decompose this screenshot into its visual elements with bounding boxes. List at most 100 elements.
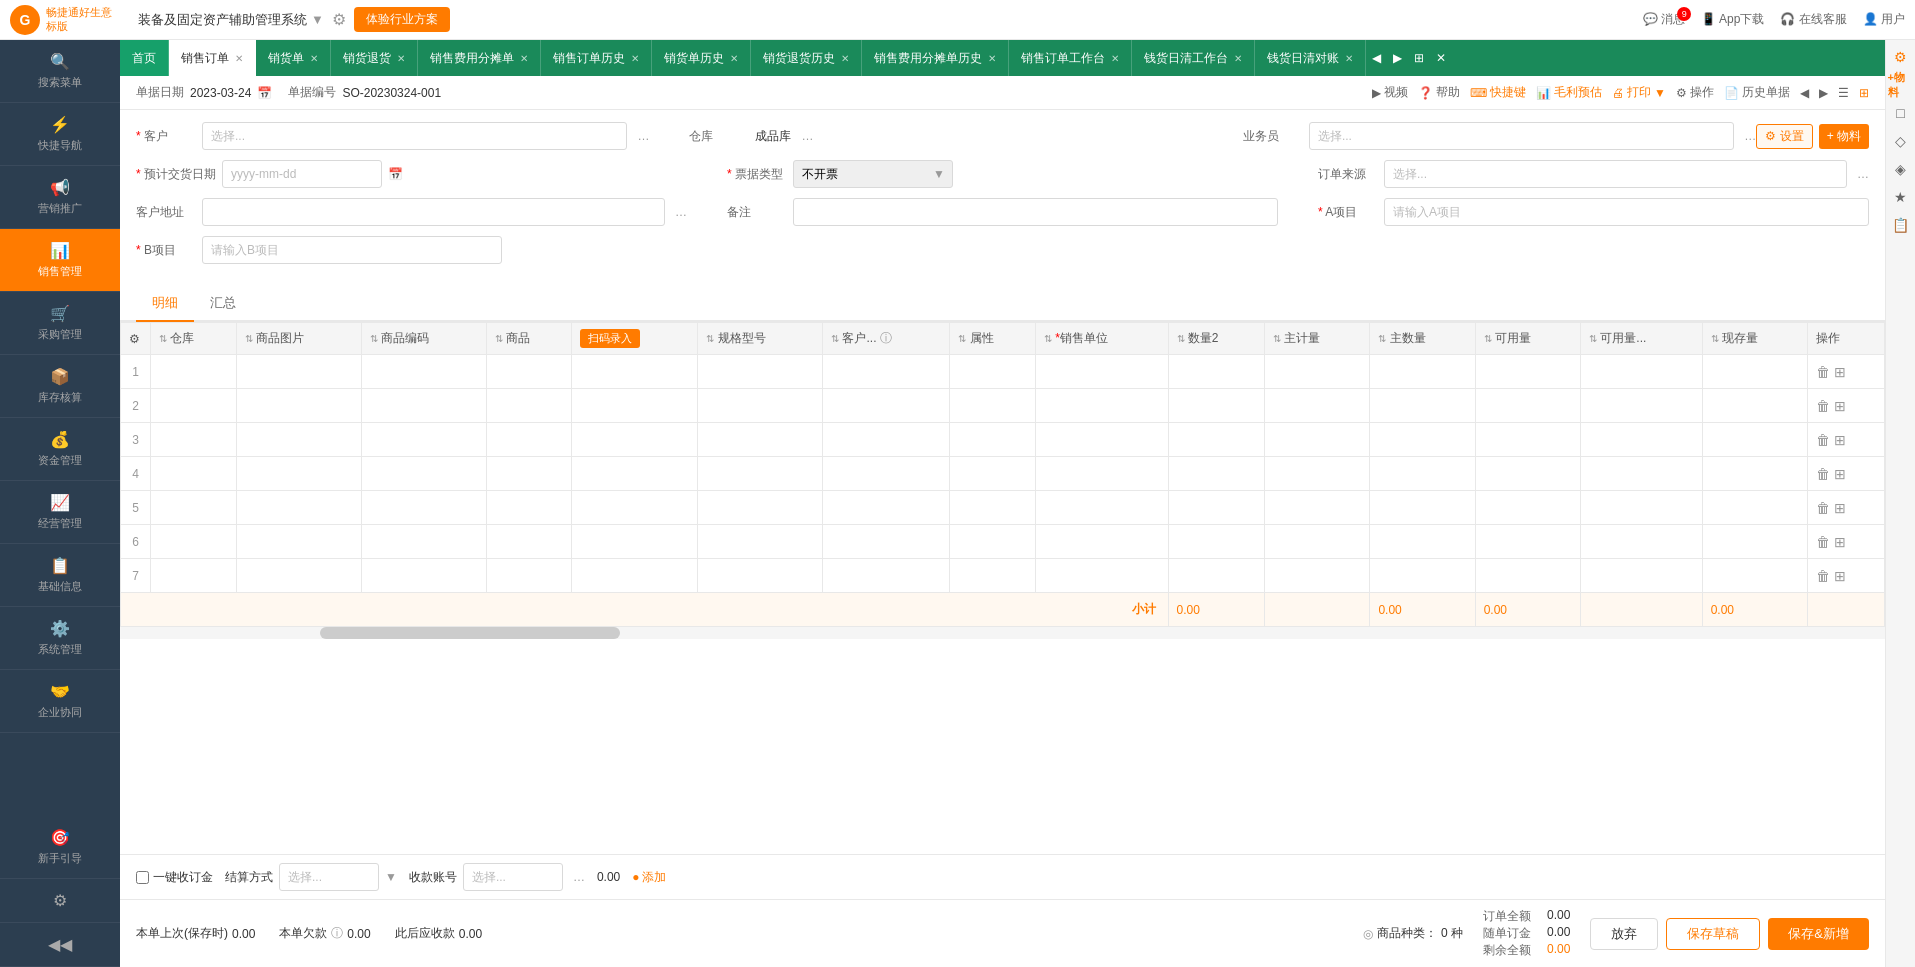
notification-area[interactable]: 💬 9 消息	[1643, 11, 1685, 28]
tab-close-icon[interactable]: ✕	[631, 53, 639, 64]
tab-close-icon[interactable]: ✕	[988, 53, 996, 64]
delivery-date-input[interactable]	[222, 160, 382, 188]
industry-btn[interactable]: 体验行业方案	[354, 7, 450, 32]
sidebar-item-purchase[interactable]: 🛒 采购管理	[0, 292, 120, 355]
sidebar-item-finance[interactable]: 💰 资金管理	[0, 418, 120, 481]
tab-close-icon[interactable]: ✕	[1111, 53, 1119, 64]
row-delete-btn[interactable]: 🗑	[1816, 364, 1830, 380]
sidebar-settings-btn[interactable]: ⚙	[0, 879, 120, 923]
row-delete-btn[interactable]: 🗑	[1816, 568, 1830, 584]
warehouse-more-icon[interactable]: …	[801, 129, 813, 143]
tab-order-history[interactable]: 销售订单历史 ✕	[541, 40, 652, 76]
row-delete-btn[interactable]: 🗑	[1816, 398, 1830, 414]
tab-sales-return[interactable]: 销货单 ✕	[256, 40, 331, 76]
a-project-input[interactable]	[1384, 198, 1869, 226]
delivery-calendar-icon[interactable]: 📅	[388, 167, 403, 181]
view-mode-card[interactable]: ⊞	[1859, 86, 1869, 100]
tab-order-workspace[interactable]: 销售订单工作台 ✕	[1009, 40, 1132, 76]
help-action[interactable]: ❓ 帮助	[1418, 84, 1460, 101]
settings-gear-icon[interactable]: ⚙	[332, 10, 346, 29]
one-click-checkbox[interactable]: 一键收订金	[136, 869, 213, 886]
right-panel-btn5[interactable]: 📋	[1888, 212, 1914, 238]
print-action[interactable]: 🖨 打印 ▼	[1612, 84, 1666, 101]
right-panel-add-btn[interactable]: +物料	[1888, 72, 1914, 98]
right-panel-btn4[interactable]: ★	[1888, 184, 1914, 210]
row-delete-btn[interactable]: 🗑	[1816, 534, 1830, 550]
invoice-type-select[interactable]: 不开票 增值税普通发票 增值税专用发票	[793, 160, 953, 188]
payment-method-dropdown-icon[interactable]: ▼	[385, 870, 397, 884]
customer-input[interactable]	[202, 122, 627, 150]
tab-close-icon[interactable]: ✕	[841, 53, 849, 64]
col-scan[interactable]: 扫码录入	[572, 323, 698, 355]
right-panel-btn2[interactable]: ◇	[1888, 128, 1914, 154]
order-source-more-icon[interactable]: …	[1857, 167, 1869, 181]
payment-account-input[interactable]	[463, 863, 563, 891]
sidebar-item-quick-nav[interactable]: ⚡ 快捷导航	[0, 103, 120, 166]
col-settings[interactable]: ⚙	[121, 323, 151, 355]
tab-cash-workspace[interactable]: 钱货日清工作台 ✕	[1132, 40, 1255, 76]
tab-close-icon[interactable]: ✕	[1234, 53, 1242, 64]
order-source-input[interactable]	[1384, 160, 1847, 188]
app-download[interactable]: 📱 App下载	[1701, 11, 1764, 28]
row-copy-btn[interactable]: ⊞	[1834, 466, 1846, 482]
b-project-input[interactable]	[202, 236, 502, 264]
tab-close-icon[interactable]: ✕	[310, 53, 318, 64]
salesperson-more-icon[interactable]: …	[1744, 129, 1756, 143]
save-draft-btn[interactable]: 保存草稿	[1666, 918, 1760, 950]
calendar-icon[interactable]: 📅	[257, 86, 272, 100]
right-panel-settings-btn[interactable]: ⚙	[1888, 44, 1914, 70]
row-delete-btn[interactable]: 🗑	[1816, 466, 1830, 482]
settings-btn[interactable]: ⚙ 设置	[1756, 124, 1812, 149]
address-more-icon[interactable]: …	[675, 205, 687, 219]
system-title-dropdown[interactable]: ▼	[311, 12, 324, 27]
tab-sales-refund[interactable]: 销货退货 ✕	[331, 40, 418, 76]
tab-detail[interactable]: 明细	[136, 286, 194, 322]
row-copy-btn[interactable]: ⊞	[1834, 534, 1846, 550]
nav-next-btn[interactable]: ▶	[1819, 86, 1828, 100]
view-action[interactable]: ▶ 视频	[1372, 84, 1408, 101]
nav-prev-btn[interactable]: ◀	[1800, 86, 1809, 100]
sidebar-item-inventory[interactable]: 📦 库存核算	[0, 355, 120, 418]
tab-home[interactable]: 首页	[120, 40, 169, 76]
tab-fee-history[interactable]: 销售费用分摊单历史 ✕	[862, 40, 1009, 76]
row-copy-btn[interactable]: ⊞	[1834, 500, 1846, 516]
tab-close-icon[interactable]: ✕	[397, 53, 405, 64]
payment-method-input[interactable]	[279, 863, 379, 891]
add-material-btn[interactable]: + 物料	[1819, 124, 1869, 149]
row-delete-btn[interactable]: 🗑	[1816, 432, 1830, 448]
sidebar-item-marketing[interactable]: 📢 营销推广	[0, 166, 120, 229]
profit-action[interactable]: 📊 毛利预估	[1536, 84, 1602, 101]
tab-refund-history[interactable]: 销货退货历史 ✕	[751, 40, 862, 76]
row-copy-btn[interactable]: ⊞	[1834, 398, 1846, 414]
user-menu[interactable]: 👤 用户	[1863, 11, 1905, 28]
row-delete-btn[interactable]: 🗑	[1816, 500, 1830, 516]
tab-fee-split[interactable]: 销售费用分摊单 ✕	[418, 40, 541, 76]
tab-more-btn[interactable]: ⊞	[1408, 40, 1430, 76]
address-input[interactable]	[202, 198, 665, 226]
row-copy-btn[interactable]: ⊞	[1834, 364, 1846, 380]
save-new-btn[interactable]: 保存&新增	[1768, 918, 1869, 950]
tab-prev-btn[interactable]: ◀	[1366, 40, 1387, 76]
scan-entry-btn[interactable]: 扫码录入	[580, 329, 640, 348]
sidebar-item-guide[interactable]: 🎯 新手引导	[0, 816, 120, 879]
sidebar-item-operations[interactable]: 📈 经营管理	[0, 481, 120, 544]
online-service[interactable]: 🎧 在线客服	[1780, 11, 1846, 28]
sidebar-item-sales[interactable]: 📊 销售管理	[0, 229, 120, 292]
payment-account-more-icon[interactable]: …	[573, 870, 585, 884]
customer-more-icon[interactable]: …	[637, 129, 649, 143]
sidebar-item-search[interactable]: 🔍 搜索菜单	[0, 40, 120, 103]
sidebar-collapse-btn[interactable]: ◀◀	[0, 923, 120, 967]
salesperson-input[interactable]	[1309, 122, 1734, 150]
add-payment-btn[interactable]: ● 添加	[632, 869, 665, 886]
sidebar-item-system[interactable]: ⚙️ 系统管理	[0, 607, 120, 670]
tab-close-icon[interactable]: ✕	[235, 53, 243, 64]
sidebar-item-enterprise[interactable]: 🤝 企业协同	[0, 670, 120, 733]
view-mode-list[interactable]: ☰	[1838, 86, 1849, 100]
tab-next-btn[interactable]: ▶	[1387, 40, 1408, 76]
notes-input[interactable]	[793, 198, 1278, 226]
tab-close-all-btn[interactable]: ✕	[1430, 40, 1452, 76]
tab-close-icon[interactable]: ✕	[1345, 53, 1353, 64]
shortcut-action[interactable]: ⌨ 快捷键	[1470, 84, 1526, 101]
tab-close-icon[interactable]: ✕	[520, 53, 528, 64]
tab-summary[interactable]: 汇总	[194, 286, 252, 320]
